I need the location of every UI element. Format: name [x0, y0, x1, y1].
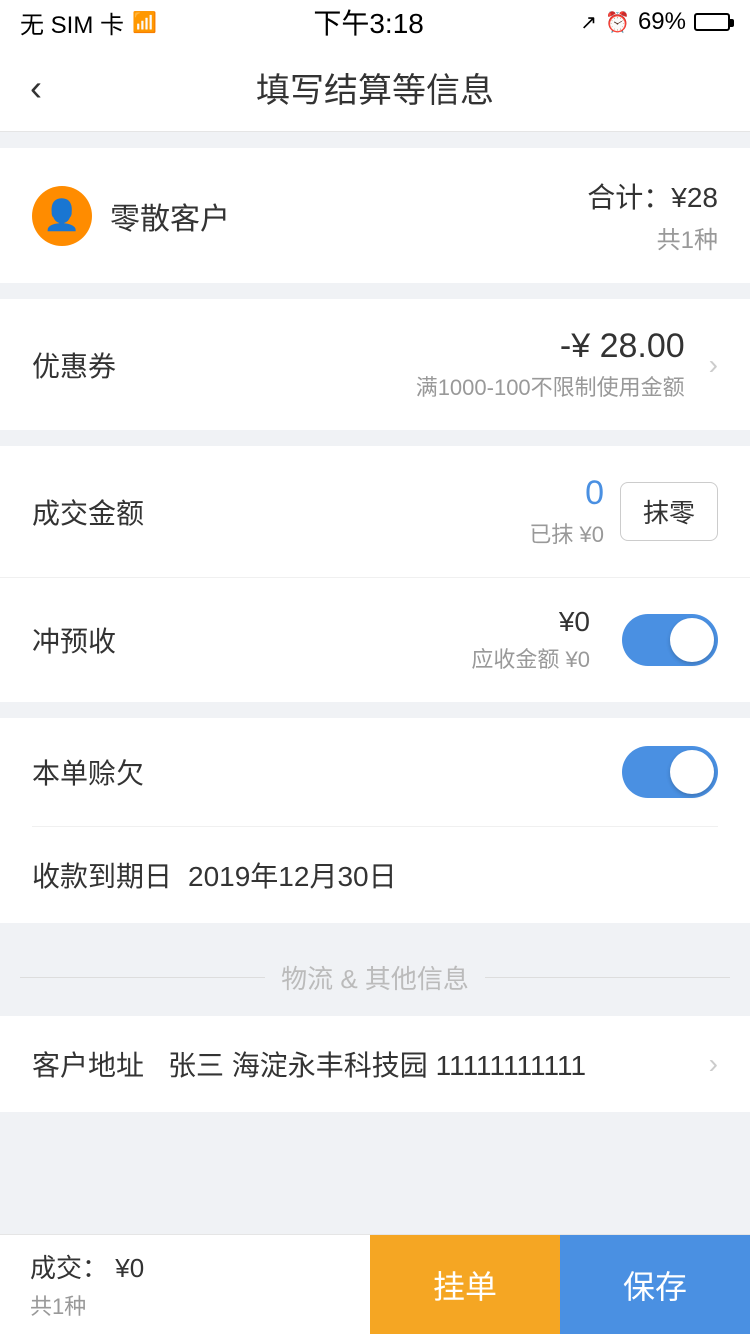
coupon-right: -¥ 28.00 满1000-100不限制使用金额: [416, 327, 685, 402]
chevron-right-icon: ›: [709, 349, 718, 381]
customer-name: 零散客户: [110, 194, 230, 238]
address-chevron-icon: ›: [709, 1048, 718, 1080]
deal-amount-sub: 已抹 ¥0: [529, 517, 604, 549]
deal-section: 成交金额 0 已抹 ¥0 抹零 冲预收 ¥0 应收金额 ¥0: [0, 446, 750, 702]
wifi-icon: 📶: [132, 10, 157, 35]
customer-row: 👤 零散客户 合计：¥28 共1种: [0, 148, 750, 283]
deal-amount-value: 0: [529, 474, 604, 513]
deal-amount-right: 0 已抹 ¥0 抹零: [529, 474, 718, 549]
avatar: 👤: [32, 186, 92, 246]
debt-toggle[interactable]: [622, 746, 718, 798]
logistics-divider: 物流 & 其他信息: [0, 939, 750, 1016]
prepayment-info: ¥0 应收金额 ¥0: [471, 606, 590, 674]
coupon-desc: 满1000-100不限制使用金额: [416, 370, 685, 402]
address-row[interactable]: 客户地址 张三 海淀永丰科技园 11111111111 ›: [0, 1016, 750, 1112]
bottom-bar: 成交： ¥0 共1种 挂单 保存: [0, 1234, 750, 1334]
debt-toggle-knob: [670, 750, 714, 794]
debt-label: 本单赊欠: [32, 752, 144, 792]
deal-amount-label: 成交金额: [32, 492, 144, 532]
round-zero-button[interactable]: 抹零: [620, 482, 718, 541]
bottom-count: 共1种: [30, 1289, 340, 1321]
status-bar: 无 SIM 卡 📶 下午3:18 ↗ ⏰ 69%: [0, 0, 750, 44]
total-price: 合计：¥28: [587, 176, 718, 216]
deal-amount-info: 0 已抹 ¥0: [529, 474, 604, 549]
due-date-row: 收款到期日 2019年12月30日: [0, 827, 750, 923]
status-left: 无 SIM 卡 📶: [20, 5, 157, 40]
total-count: 共1种: [587, 220, 718, 255]
due-date-value: 2019年12月30日: [188, 855, 397, 895]
debt-section: 本单赊欠 收款到期日 2019年12月30日: [0, 718, 750, 923]
logistics-label: 物流 & 其他信息: [281, 959, 469, 996]
prepayment-sub: 应收金额 ¥0: [471, 642, 590, 674]
status-right: ↗ ⏰ 69%: [580, 8, 730, 36]
prepayment-amount: ¥0: [471, 606, 590, 638]
deal-amount-row: 成交金额 0 已抹 ¥0 抹零: [0, 446, 750, 578]
location-icon: ↗: [580, 10, 597, 35]
hang-button[interactable]: 挂单: [370, 1235, 560, 1334]
customer-left: 👤 零散客户: [32, 186, 230, 246]
page-title: 填写结算等信息: [256, 63, 494, 112]
prepayment-right: ¥0 应收金额 ¥0: [471, 606, 718, 674]
coupon-section: 优惠券 -¥ 28.00 满1000-100不限制使用金额 ›: [0, 299, 750, 430]
coupon-label: 优惠券: [32, 345, 116, 385]
bottom-deal-text: 成交：: [30, 1253, 108, 1283]
coupon-row[interactable]: 优惠券 -¥ 28.00 满1000-100不限制使用金额 ›: [0, 299, 750, 430]
due-date-label: 收款到期日: [32, 855, 172, 895]
address-value: 张三 海淀永丰科技园 11111111111: [168, 1044, 701, 1084]
back-button[interactable]: ‹: [30, 67, 42, 109]
prepayment-label: 冲预收: [32, 620, 116, 660]
prepayment-row: 冲预收 ¥0 应收金额 ¥0: [0, 578, 750, 702]
bottom-deal-label: 成交： ¥0: [30, 1248, 340, 1285]
battery-label: 69%: [638, 8, 686, 36]
address-label: 客户地址: [32, 1044, 144, 1084]
debt-row: 本单赊欠: [0, 718, 750, 826]
status-time: 下午3:18: [313, 2, 424, 42]
bottom-deal-amount: ¥0: [115, 1253, 144, 1283]
prepayment-toggle-wrap: [622, 614, 718, 666]
customer-right: 合计：¥28 共1种: [587, 176, 718, 255]
avatar-icon: 👤: [43, 198, 80, 233]
save-button[interactable]: 保存: [560, 1235, 750, 1334]
address-section: 客户地址 张三 海淀永丰科技园 11111111111 ›: [0, 1016, 750, 1112]
carrier-label: 无 SIM 卡: [20, 5, 124, 40]
battery-icon: [694, 13, 730, 31]
coupon-amount: -¥ 28.00: [416, 327, 685, 366]
alarm-icon: ⏰: [605, 10, 630, 35]
coupon-value-right: -¥ 28.00 满1000-100不限制使用金额 ›: [416, 327, 718, 402]
bottom-info: 成交： ¥0 共1种: [0, 1248, 370, 1321]
customer-section: 👤 零散客户 合计：¥28 共1种: [0, 148, 750, 283]
prepayment-toggle[interactable]: [622, 614, 718, 666]
toggle-knob: [670, 618, 714, 662]
nav-bar: ‹ 填写结算等信息: [0, 44, 750, 132]
